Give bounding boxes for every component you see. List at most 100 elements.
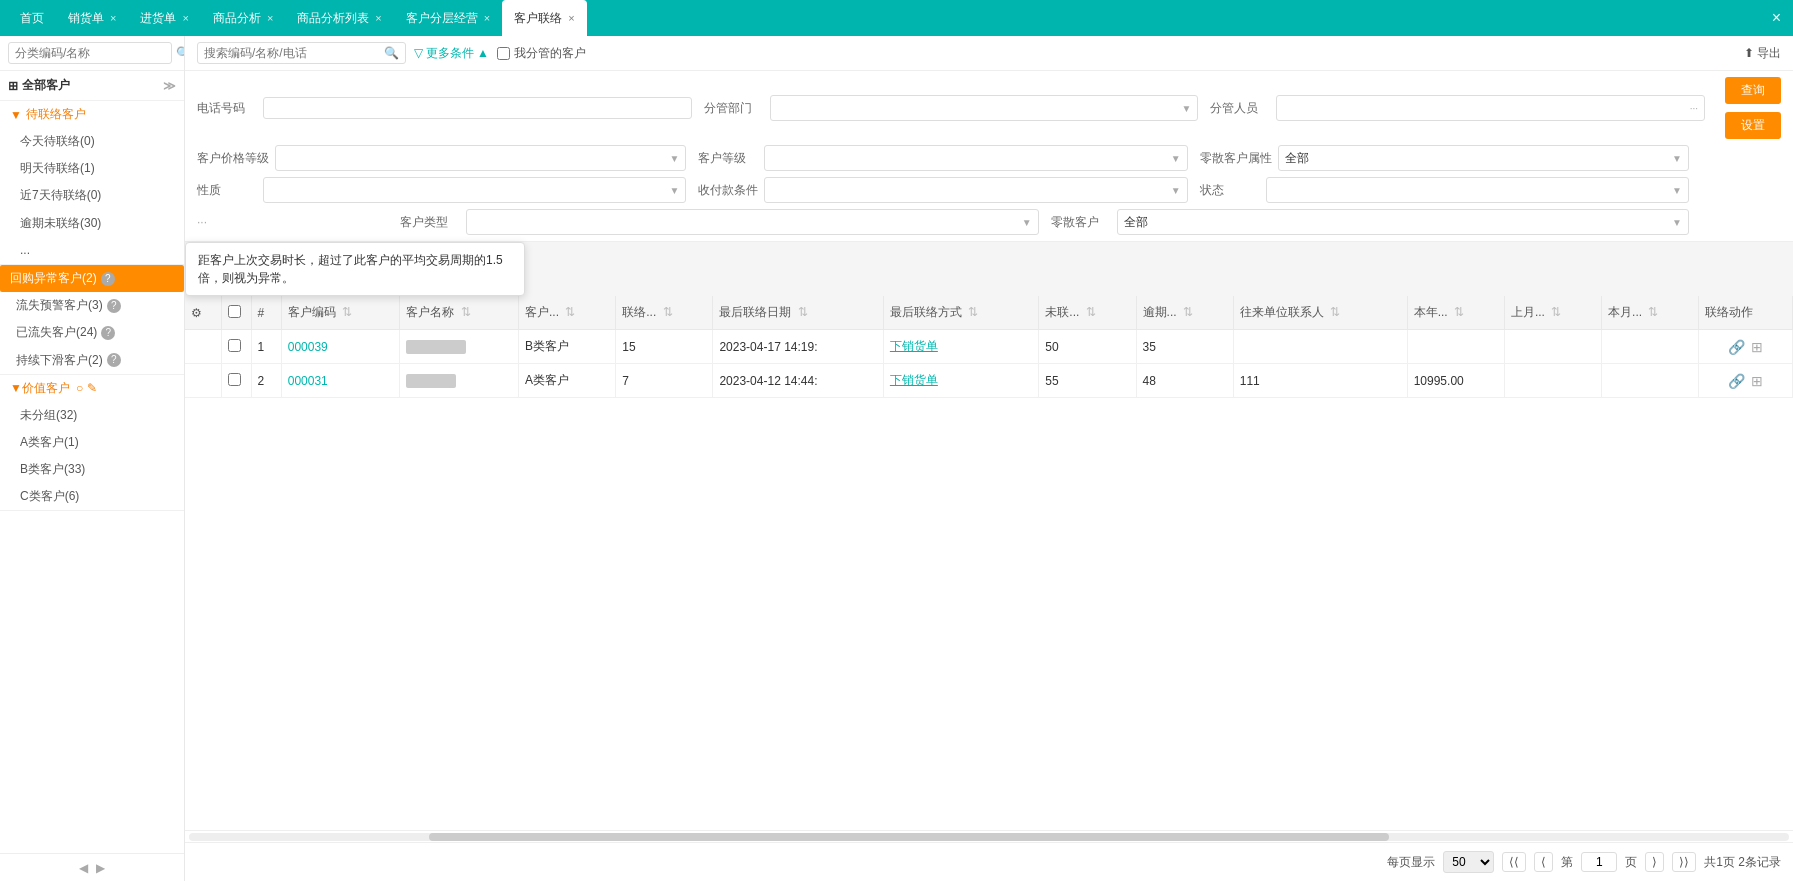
last-page-button[interactable]: ⟩⟩ xyxy=(1672,852,1696,872)
row2-last-method-link[interactable]: 下销货单 xyxy=(890,373,938,387)
col-settings[interactable]: ⚙ xyxy=(185,296,221,330)
tab-sales-order-close[interactable]: × xyxy=(110,12,116,24)
status-select[interactable]: ▼ xyxy=(1266,177,1689,203)
col-last-month[interactable]: 上月... ⇅ xyxy=(1504,296,1601,330)
sidebar-collapse-button[interactable]: ≫ xyxy=(163,79,176,93)
payment-select[interactable]: ▼ xyxy=(764,177,1187,203)
rebuy-help-icon[interactable]: ? xyxy=(101,272,115,286)
sidebar-item-more[interactable]: ... xyxy=(4,237,184,264)
sidebar-item-today[interactable]: 今天待联络(0) xyxy=(4,128,184,155)
row1-grid-icon[interactable]: ⊞ xyxy=(1751,339,1763,355)
sidebar-item-overdue[interactable]: 逾期未联络(30) xyxy=(4,210,184,237)
row1-select-checkbox[interactable] xyxy=(228,339,241,352)
scroll-thumb[interactable] xyxy=(429,833,1389,841)
next-page-button[interactable]: ⟩ xyxy=(1645,852,1664,872)
sidebar-item-ungrouped[interactable]: 未分组(32) xyxy=(4,402,184,429)
scatter-customer-arrow-icon: ▼ xyxy=(1672,217,1682,228)
customer-type-select[interactable]: ▼ xyxy=(466,209,1038,235)
export-button[interactable]: ⬆ 导出 xyxy=(1744,45,1781,62)
sidebar-item-7days[interactable]: 近7天待联络(0) xyxy=(4,182,184,209)
value-group-title[interactable]: ▼ 价值客户 ○ ✎ xyxy=(0,375,184,402)
row2-last-method[interactable]: 下销货单 xyxy=(883,364,1038,398)
sidebar-item-class-a[interactable]: A类客户(1) xyxy=(4,429,184,456)
scatter-customer-select[interactable]: 全部 ▼ xyxy=(1117,209,1689,235)
sidebar-next-icon[interactable]: ▶ xyxy=(96,861,105,875)
filter-search-icon[interactable]: 🔍 xyxy=(384,46,399,60)
sidebar-item-class-b[interactable]: B类客户(33) xyxy=(4,456,184,483)
keep-dropping-help-icon[interactable]: ? xyxy=(107,353,121,367)
col-contact-person[interactable]: 往来单位联系人 ⇅ xyxy=(1233,296,1407,330)
pending-contact-title[interactable]: ▼ 待联络客户 xyxy=(0,101,184,128)
already-lost-help-icon[interactable]: ? xyxy=(101,326,115,340)
sidebar-search-icon[interactable]: 🔍 xyxy=(176,46,185,60)
phone-input[interactable] xyxy=(263,97,692,119)
col-last-date[interactable]: 最后联络日期 ⇅ xyxy=(713,296,883,330)
row1-code[interactable]: 000039 xyxy=(281,330,400,364)
col-this-year-sort-icon: ⇅ xyxy=(1454,305,1464,319)
my-customers-check[interactable] xyxy=(497,47,510,60)
sidebar-item-lost-warning[interactable]: 流失预警客户(3) ? xyxy=(0,292,184,319)
sidebar-item-rebuy-abnormal[interactable]: 回购异常客户(2) ? xyxy=(0,265,184,292)
tab-customer-tier-close[interactable]: × xyxy=(484,12,490,24)
customer-level-select[interactable]: ▼ xyxy=(764,145,1187,171)
horizontal-scrollbar[interactable] xyxy=(185,830,1793,842)
scatter-attr-select[interactable]: 全部 ▼ xyxy=(1278,145,1689,171)
page-number-input[interactable] xyxy=(1581,852,1617,872)
value-group-circle-icon[interactable]: ○ xyxy=(76,381,83,395)
nature-select[interactable]: ▼ xyxy=(263,177,686,203)
first-page-button[interactable]: ⟨⟨ xyxy=(1502,852,1526,872)
sidebar-item-tomorrow[interactable]: 明天待联络(1) xyxy=(4,155,184,182)
row1-last-method-link[interactable]: 下销货单 xyxy=(890,339,938,353)
tab-product-analysis-list[interactable]: 商品分析列表 × xyxy=(285,0,393,36)
manager-select[interactable]: ··· xyxy=(1276,95,1705,121)
tab-product-analysis-list-close[interactable]: × xyxy=(375,12,381,24)
sidebar-prev-icon[interactable]: ◀ xyxy=(79,861,88,875)
row2-grid-icon[interactable]: ⊞ xyxy=(1751,373,1763,389)
col-this-year[interactable]: 本年... ⇅ xyxy=(1407,296,1504,330)
price-level-select[interactable]: ▼ xyxy=(275,145,686,171)
col-this-month[interactable]: 本月... ⇅ xyxy=(1602,296,1699,330)
tab-purchase-order-close[interactable]: × xyxy=(182,12,188,24)
tab-purchase-order[interactable]: 进货单 × xyxy=(128,0,200,36)
sidebar-item-class-c[interactable]: C类客户(6) xyxy=(4,483,184,510)
filter-more-icon[interactable]: ··· xyxy=(197,215,207,229)
value-group-edit-icon[interactable]: ✎ xyxy=(87,381,97,395)
prev-page-button[interactable]: ⟨ xyxy=(1534,852,1553,872)
row2-settings xyxy=(185,364,221,398)
row1-name xyxy=(400,330,519,364)
sidebar-search-input[interactable] xyxy=(8,42,172,64)
sidebar-item-already-lost[interactable]: 已流失客户(24) ? xyxy=(0,319,184,346)
per-page-select[interactable]: 50 100 200 xyxy=(1443,851,1494,873)
more-conditions-button[interactable]: ▽ 更多条件 ▲ xyxy=(414,45,489,62)
filter-row-3: 性质 ▼ 收付款条件 ▼ 状态 xyxy=(197,177,1781,203)
col-contact-count[interactable]: 联络... ⇅ xyxy=(616,296,713,330)
tab-customer-contact-close[interactable]: × xyxy=(568,12,574,24)
window-close-button[interactable]: × xyxy=(1772,9,1781,27)
tab-customer-contact[interactable]: 客户联络 × xyxy=(502,0,586,36)
row1-link-icon[interactable]: 🔗 xyxy=(1728,339,1745,355)
row2-link-icon[interactable]: 🔗 xyxy=(1728,373,1745,389)
my-customers-checkbox[interactable]: 我分管的客户 xyxy=(497,45,586,62)
row2-code[interactable]: 000031 xyxy=(281,364,400,398)
col-last-method[interactable]: 最后联络方式 ⇅ xyxy=(883,296,1038,330)
tab-product-analysis-close[interactable]: × xyxy=(267,12,273,24)
tab-product-analysis[interactable]: 商品分析 × xyxy=(201,0,285,36)
col-name[interactable]: 客户名称 ⇅ xyxy=(400,296,519,330)
sidebar-item-keep-dropping[interactable]: 持续下滑客户(2) ? xyxy=(0,347,184,374)
col-code[interactable]: 客户编码 ⇅ xyxy=(281,296,400,330)
tab-home[interactable]: 首页 xyxy=(8,0,56,36)
select-all-checkbox[interactable] xyxy=(228,305,241,318)
tab-sales-order[interactable]: 销货单 × xyxy=(56,0,128,36)
row2-select-checkbox[interactable] xyxy=(228,373,241,386)
row1-last-method[interactable]: 下销货单 xyxy=(883,330,1038,364)
col-overdue[interactable]: 逾期... ⇅ xyxy=(1136,296,1233,330)
grid-icon: ⊞ xyxy=(8,79,18,93)
col-no-contact[interactable]: 未联... ⇅ xyxy=(1039,296,1136,330)
tab-customer-tier[interactable]: 客户分层经营 × xyxy=(394,0,502,36)
lost-warning-help-icon[interactable]: ? xyxy=(107,299,121,313)
filter-search-input[interactable] xyxy=(204,46,384,60)
settings-button[interactable]: 设置 xyxy=(1725,112,1781,139)
query-button[interactable]: 查询 xyxy=(1725,77,1781,104)
dept-select[interactable]: ▼ xyxy=(770,95,1199,121)
col-level[interactable]: 客户... ⇅ xyxy=(519,296,616,330)
